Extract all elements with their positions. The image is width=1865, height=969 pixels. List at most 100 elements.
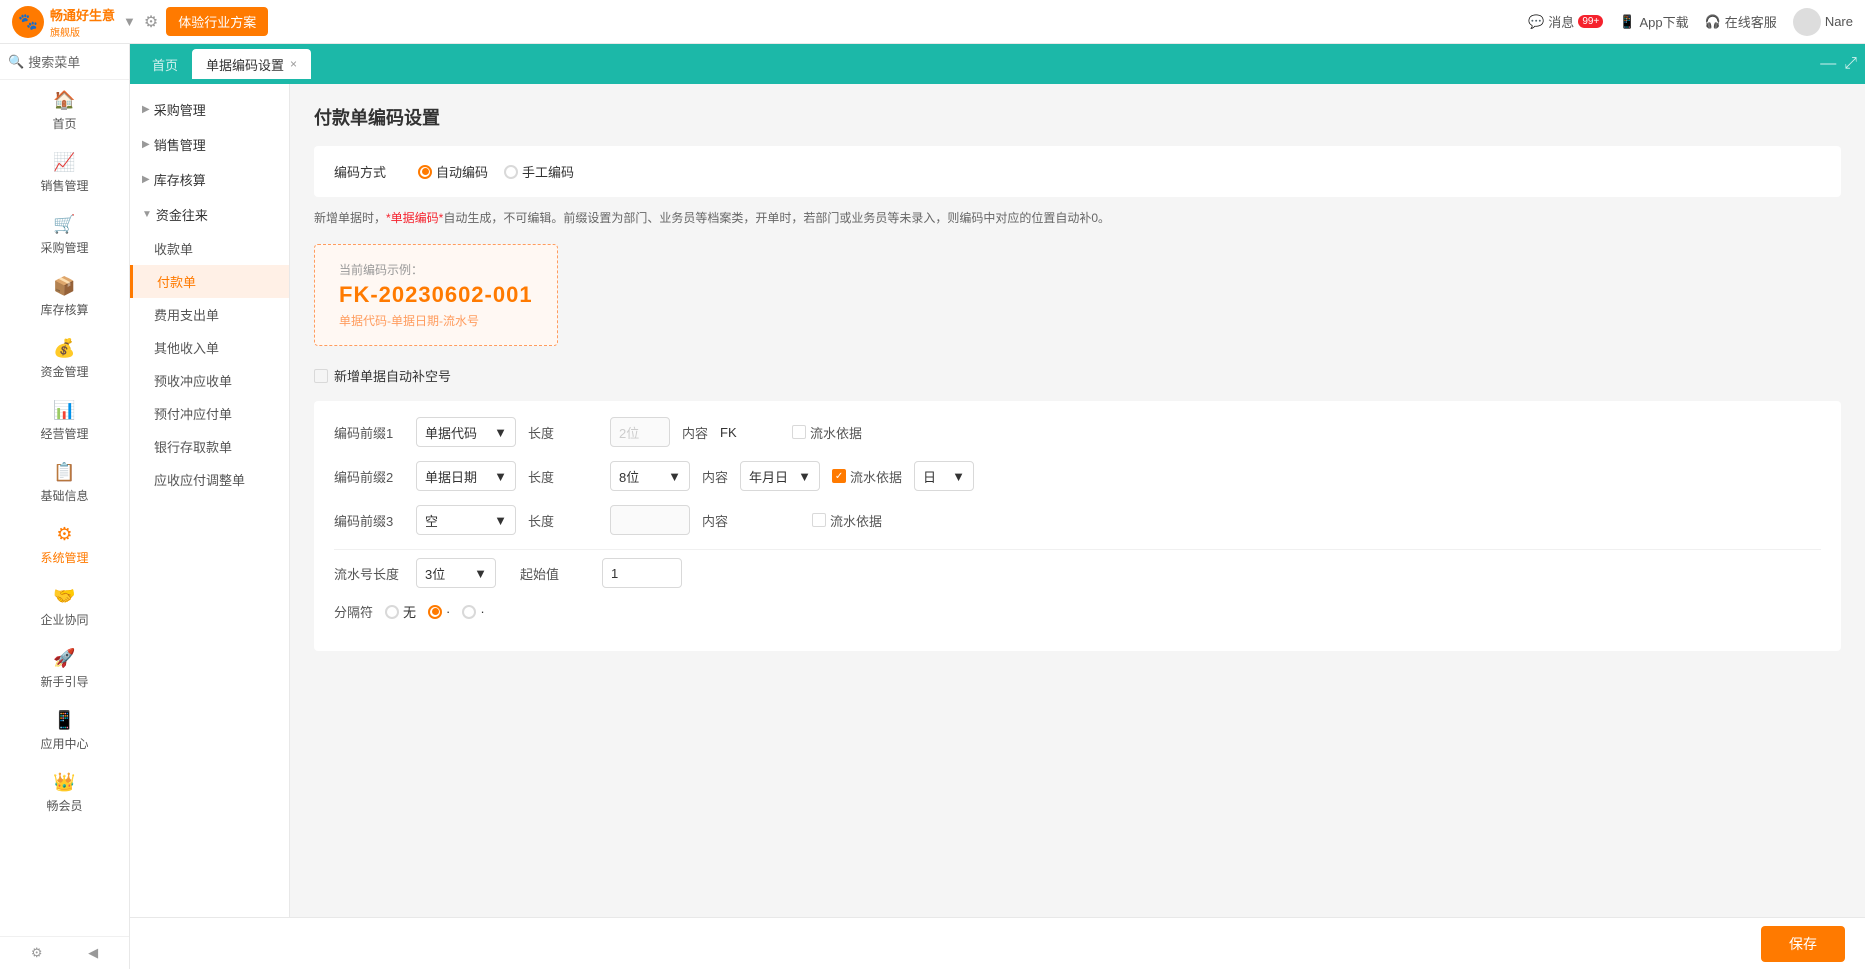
start-value-input[interactable]: 1 bbox=[602, 558, 682, 588]
submenu-group-capital-title[interactable]: ▼ 资金往来 bbox=[130, 197, 289, 232]
sidebar-item-enterprise[interactable]: 🤝 企业协同 bbox=[0, 576, 129, 638]
sidebar-item-label: 库存核算 bbox=[40, 301, 88, 318]
sidebar-item-apps[interactable]: 📱 应用中心 bbox=[0, 700, 129, 762]
chevron-down-icon: ▼ bbox=[142, 209, 152, 220]
preview-label: 当前编码示例： bbox=[339, 261, 533, 278]
topbar-left: 🐾 畅通好生意 旗舰版 ▼ ⚙ 体验行业方案 bbox=[12, 5, 268, 39]
submenu-item-expense[interactable]: 费用支出单 bbox=[130, 298, 289, 331]
submenu-group-sales: ▶ 销售管理 bbox=[130, 127, 289, 162]
prefix3-chevron-icon: ▼ bbox=[494, 513, 507, 528]
prefix3-select[interactable]: 空 ▼ bbox=[416, 505, 516, 535]
submenu-item-prepay-pay[interactable]: 预付冲应付单 bbox=[130, 397, 289, 430]
messages-item[interactable]: 💬 消息 99+ bbox=[1528, 12, 1603, 31]
length2-select[interactable]: 8位 ▼ bbox=[610, 461, 690, 491]
tab-close-icon[interactable]: × bbox=[290, 57, 297, 71]
sidebar-item-basic[interactable]: 📋 基础信息 bbox=[0, 452, 129, 514]
submenu-item-bank[interactable]: 银行存取款单 bbox=[130, 430, 289, 463]
sidebar-item-label: 畅会员 bbox=[46, 797, 82, 814]
online-service-item[interactable]: 🎧 在线客服 bbox=[1705, 12, 1777, 31]
sidebar-item-label: 系统管理 bbox=[40, 549, 88, 566]
submenu-group-purchase-title[interactable]: ▶ 采购管理 bbox=[130, 92, 289, 127]
auto-coding-radio[interactable]: 自动编码 bbox=[418, 162, 488, 181]
settings-icon[interactable]: ⚙ bbox=[144, 12, 158, 32]
start-value: 1 bbox=[611, 566, 618, 581]
prefix1-value: 单据代码 bbox=[425, 423, 477, 442]
prefix1-select[interactable]: 单据代码 ▼ bbox=[416, 417, 516, 447]
sidebar-item-inventory[interactable]: 📦 库存核算 bbox=[0, 266, 129, 328]
period-chevron-icon: ▼ bbox=[952, 469, 965, 484]
separator-dot-radio[interactable]: · bbox=[428, 604, 450, 619]
home-icon: 🏠 bbox=[53, 90, 75, 111]
separator-dot-radio-btn[interactable] bbox=[428, 605, 442, 619]
app-download-item[interactable]: 📱 App下载 bbox=[1619, 12, 1688, 31]
topbar-actions: ▼ ⚙ 体验行业方案 bbox=[123, 7, 268, 36]
operations-icon: 📊 bbox=[53, 400, 75, 421]
separator-dot-label: · bbox=[446, 604, 450, 619]
flow2-checkbox[interactable]: ✓ bbox=[832, 469, 846, 483]
preview-desc: 单据代码-单据日期-流水号 bbox=[339, 312, 533, 329]
inventory-icon: 📦 bbox=[53, 276, 75, 297]
auto-fill-checkbox[interactable] bbox=[314, 369, 328, 383]
separator-none-radio[interactable]: 无 bbox=[385, 602, 416, 621]
flow3-checkbox[interactable] bbox=[812, 513, 826, 527]
experience-button[interactable]: 体验行业方案 bbox=[166, 7, 268, 36]
dropdown-icon[interactable]: ▼ bbox=[123, 14, 136, 29]
length2-value: 8位 bbox=[619, 467, 639, 486]
sidebar-item-sales[interactable]: 📈 销售管理 bbox=[0, 142, 129, 204]
submenu-group-sales-title[interactable]: ▶ 销售管理 bbox=[130, 127, 289, 162]
content2-chevron-icon: ▼ bbox=[798, 469, 811, 484]
submenu-item-adjustment[interactable]: 应收应付调整单 bbox=[130, 463, 289, 496]
manual-coding-radio-btn[interactable] bbox=[504, 165, 518, 179]
sidebar-item-system[interactable]: ⚙ 系统管理 bbox=[0, 514, 129, 576]
sidebar-item-guide[interactable]: 🚀 新手引导 bbox=[0, 638, 129, 700]
submenu-group-inventory-title[interactable]: ▶ 库存核算 bbox=[130, 162, 289, 197]
purchase-icon: 🛒 bbox=[53, 214, 75, 235]
topbar: 🐾 畅通好生意 旗舰版 ▼ ⚙ 体验行业方案 💬 消息 99+ 📱 App下载 … bbox=[0, 0, 1865, 44]
flow1-checkbox[interactable] bbox=[792, 425, 806, 439]
submenu-item-payment[interactable]: 付款单 bbox=[130, 265, 289, 298]
sidebar-item-operations[interactable]: 📊 经营管理 bbox=[0, 390, 129, 452]
sidebar-settings-icon[interactable]: ⚙ bbox=[31, 945, 43, 961]
submenu-item-other-income[interactable]: 其他收入单 bbox=[130, 331, 289, 364]
user-item[interactable]: Nare bbox=[1793, 8, 1853, 36]
sidebar-item-label: 采购管理 bbox=[40, 239, 88, 256]
finance-icon: 💰 bbox=[53, 338, 75, 359]
submenu-purchase-label: 采购管理 bbox=[154, 100, 206, 119]
apps-icon: 📱 bbox=[53, 710, 75, 731]
auto-fill-label: 新增单据自动补空号 bbox=[334, 366, 451, 385]
separator-dash-radio[interactable]: · bbox=[462, 604, 484, 619]
sidebar-item-label: 首页 bbox=[52, 115, 76, 132]
sidebar-collapse-icon[interactable]: ◀ bbox=[88, 945, 98, 961]
submenu-item-prepay-recv[interactable]: 预收冲应收单 bbox=[130, 364, 289, 397]
tab-minimize-icon[interactable]: — bbox=[1820, 55, 1836, 73]
sidebar-item-label: 企业协同 bbox=[40, 611, 88, 628]
save-button[interactable]: 保存 bbox=[1761, 926, 1845, 962]
period-select[interactable]: 日 ▼ bbox=[914, 461, 974, 491]
app-icon: 📱 bbox=[1619, 14, 1635, 30]
submenu-group-capital: ▼ 资金往来 收款单 付款单 费用支出单 其他收入单 预收冲应收单 预付冲应付单… bbox=[130, 197, 289, 496]
tab-home[interactable]: 首页 bbox=[138, 49, 192, 79]
sidebar-item-member[interactable]: 👑 畅会员 bbox=[0, 762, 129, 824]
length1-input: 2位 bbox=[610, 417, 670, 447]
config-row-1: 编码前缀1 单据代码 ▼ 长度 2位 内容 FK 流水依据 bbox=[334, 417, 1821, 447]
prefix1-chevron-icon: ▼ bbox=[494, 425, 507, 440]
manual-coding-radio[interactable]: 手工编码 bbox=[504, 162, 574, 181]
sidebar-item-purchase[interactable]: 🛒 采购管理 bbox=[0, 204, 129, 266]
sales-icon: 📈 bbox=[53, 152, 75, 173]
prefix2-select[interactable]: 单据日期 ▼ bbox=[416, 461, 516, 491]
serial-length-select[interactable]: 3位 ▼ bbox=[416, 558, 496, 588]
content2-select[interactable]: 年月日 ▼ bbox=[740, 461, 820, 491]
tab-maximize-icon[interactable]: ⤢ bbox=[1844, 55, 1857, 73]
sidebar-item-finance[interactable]: 💰 资金管理 bbox=[0, 328, 129, 390]
submenu-item-receipt[interactable]: 收款单 bbox=[130, 232, 289, 265]
avatar bbox=[1793, 8, 1821, 36]
logo: 🐾 畅通好生意 旗舰版 bbox=[12, 5, 115, 39]
sidebar-item-home[interactable]: 🏠 首页 bbox=[0, 80, 129, 142]
separator-dash-radio-btn[interactable] bbox=[462, 605, 476, 619]
start-value-label: 起始值 bbox=[520, 564, 590, 583]
auto-coding-radio-btn[interactable] bbox=[418, 165, 432, 179]
separator-none-radio-btn[interactable] bbox=[385, 605, 399, 619]
sidebar-search[interactable]: 🔍 搜索菜单 bbox=[0, 44, 129, 80]
tab-coding-settings[interactable]: 单据编码设置 × bbox=[192, 49, 311, 79]
sub-menu-area: ▶ 采购管理 ▶ 销售管理 ▶ 库存核算 bbox=[130, 84, 1865, 917]
